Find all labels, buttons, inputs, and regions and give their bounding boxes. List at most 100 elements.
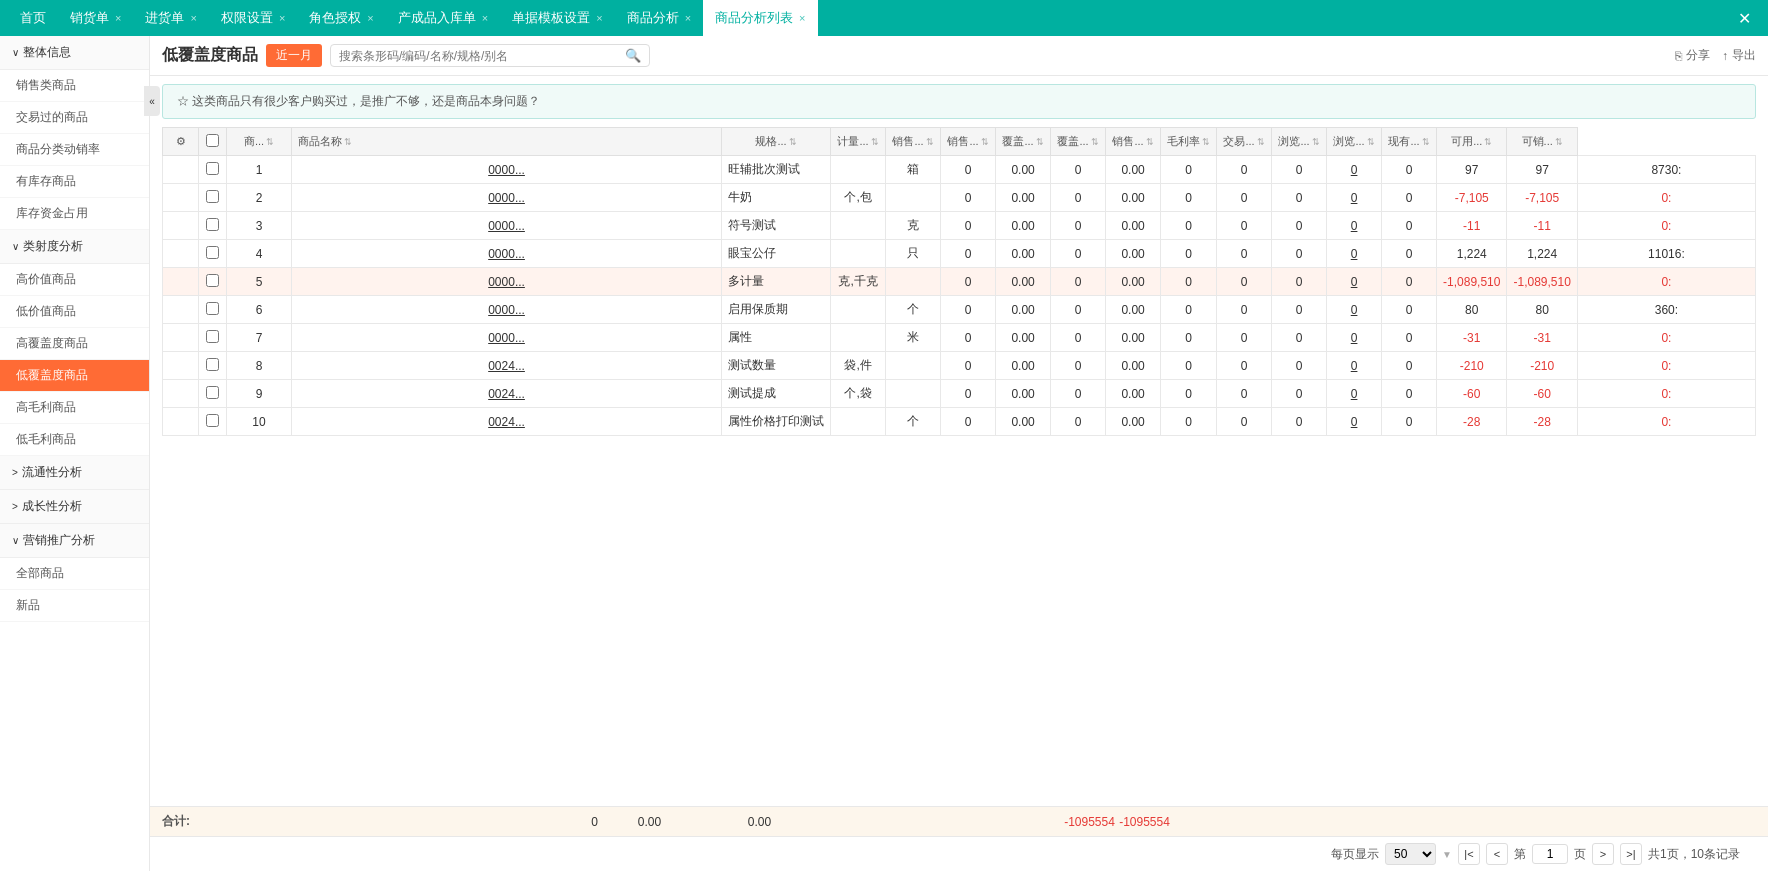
- nav-finished-goods[interactable]: 产成品入库单 ×: [386, 0, 500, 36]
- row-checkbox[interactable]: [206, 414, 219, 427]
- sidebar-section-marketing[interactable]: ∨ 营销推广分析: [0, 524, 149, 558]
- th-current[interactable]: 现有...⇅: [1382, 128, 1437, 156]
- nav-permission-settings[interactable]: 权限设置 ×: [209, 0, 297, 36]
- th-checkbox[interactable]: [199, 128, 227, 156]
- page-number-input[interactable]: [1532, 844, 1568, 864]
- last-page-button[interactable]: >|: [1620, 843, 1642, 865]
- sidebar-item-low-coverage[interactable]: 低覆盖度商品: [0, 360, 149, 392]
- sidebar-item-category-rate[interactable]: 商品分类动销率: [0, 134, 149, 166]
- th-view2[interactable]: 浏览...⇅: [1327, 128, 1382, 156]
- td-code[interactable]: 0000...: [292, 240, 722, 268]
- sidebar-item-high-coverage[interactable]: 高覆盖度商品: [0, 328, 149, 360]
- settings-icon[interactable]: ⚙: [176, 135, 186, 147]
- search-input[interactable]: [339, 49, 625, 63]
- close-icon[interactable]: ×: [482, 12, 488, 24]
- td-view1[interactable]: 0: [1327, 212, 1382, 240]
- td-checkbox[interactable]: [199, 296, 227, 324]
- close-icon[interactable]: ×: [190, 12, 196, 24]
- td-code[interactable]: 0024...: [292, 380, 722, 408]
- th-cover2[interactable]: 覆盖...⇅: [1051, 128, 1106, 156]
- row-checkbox[interactable]: [206, 218, 219, 231]
- sidebar-item-all-goods[interactable]: 全部商品: [0, 558, 149, 590]
- th-cover1[interactable]: 覆盖...⇅: [996, 128, 1051, 156]
- nav-purchase-order[interactable]: 进货单 ×: [133, 0, 208, 36]
- sidebar-item-new-goods[interactable]: 新品: [0, 590, 149, 622]
- sidebar-item-low-value[interactable]: 低价值商品: [0, 296, 149, 328]
- close-icon[interactable]: ×: [115, 12, 121, 24]
- nav-role-auth[interactable]: 角色授权 ×: [297, 0, 385, 36]
- td-code[interactable]: 0000...: [292, 156, 722, 184]
- close-icon[interactable]: ×: [367, 12, 373, 24]
- sidebar-item-sales-goods[interactable]: 销售类商品: [0, 70, 149, 102]
- td-checkbox[interactable]: [199, 240, 227, 268]
- th-margin[interactable]: 毛利率⇅: [1161, 128, 1217, 156]
- close-icon[interactable]: ×: [279, 12, 285, 24]
- row-checkbox[interactable]: [206, 358, 219, 371]
- nav-sales-order[interactable]: 销货单 ×: [58, 0, 133, 36]
- td-checkbox[interactable]: [199, 380, 227, 408]
- row-checkbox[interactable]: [206, 162, 219, 175]
- sidebar-item-traded-goods[interactable]: 交易过的商品: [0, 102, 149, 134]
- td-checkbox[interactable]: [199, 352, 227, 380]
- sidebar-item-high-value[interactable]: 高价值商品: [0, 264, 149, 296]
- td-checkbox[interactable]: [199, 212, 227, 240]
- filter-recent-month-button[interactable]: 近一月: [266, 44, 322, 67]
- export-button[interactable]: ↑ 导出: [1722, 47, 1756, 64]
- th-code[interactable]: 商...⇅: [227, 128, 292, 156]
- th-available[interactable]: 可用...⇅: [1437, 128, 1507, 156]
- td-code[interactable]: 0000...: [292, 324, 722, 352]
- nav-template-settings[interactable]: 单据模板设置 ×: [500, 0, 614, 36]
- nav-product-analysis-list[interactable]: 商品分析列表 ×: [703, 0, 817, 36]
- sidebar-item-high-margin[interactable]: 高毛利商品: [0, 392, 149, 424]
- close-icon[interactable]: ×: [799, 12, 805, 24]
- td-view1[interactable]: 0: [1327, 408, 1382, 436]
- td-view1[interactable]: 0: [1327, 324, 1382, 352]
- th-sales-amt[interactable]: 销售...⇅: [941, 128, 996, 156]
- td-checkbox[interactable]: [199, 184, 227, 212]
- sidebar-section-growth[interactable]: > 成长性分析: [0, 490, 149, 524]
- sidebar-section-overall[interactable]: ∨ 整体信息: [0, 36, 149, 70]
- next-page-button[interactable]: >: [1592, 843, 1614, 865]
- td-code[interactable]: 0024...: [292, 352, 722, 380]
- td-view1[interactable]: 0: [1327, 240, 1382, 268]
- td-view1[interactable]: 0: [1327, 268, 1382, 296]
- th-trade[interactable]: 交易...⇅: [1217, 128, 1272, 156]
- td-checkbox[interactable]: [199, 324, 227, 352]
- first-page-button[interactable]: |<: [1458, 843, 1480, 865]
- prev-page-button[interactable]: <: [1486, 843, 1508, 865]
- window-close-button[interactable]: ✕: [1728, 2, 1760, 34]
- row-checkbox[interactable]: [206, 190, 219, 203]
- th-name[interactable]: 商品名称⇅: [292, 128, 722, 156]
- row-checkbox[interactable]: [206, 246, 219, 259]
- row-checkbox[interactable]: [206, 274, 219, 287]
- close-icon[interactable]: ×: [685, 12, 691, 24]
- td-checkbox[interactable]: [199, 268, 227, 296]
- th-settings[interactable]: ⚙: [163, 128, 199, 156]
- td-view1[interactable]: 0: [1327, 296, 1382, 324]
- th-sellable[interactable]: 可销...⇅: [1507, 128, 1577, 156]
- close-icon[interactable]: ×: [596, 12, 602, 24]
- td-checkbox[interactable]: [199, 408, 227, 436]
- th-spec[interactable]: 规格...⇅: [722, 128, 831, 156]
- td-view1[interactable]: 0: [1327, 156, 1382, 184]
- sidebar-item-in-stock[interactable]: 有库存商品: [0, 166, 149, 198]
- row-checkbox[interactable]: [206, 386, 219, 399]
- page-size-select[interactable]: 50 10 20 100: [1385, 843, 1436, 865]
- nav-home[interactable]: 首页: [8, 0, 58, 36]
- sidebar-section-coverage[interactable]: ∨ 类射度分析: [0, 230, 149, 264]
- td-code[interactable]: 0000...: [292, 296, 722, 324]
- sidebar-section-liquidity[interactable]: > 流通性分析: [0, 456, 149, 490]
- nav-product-analysis[interactable]: 商品分析 ×: [615, 0, 703, 36]
- td-view1[interactable]: 0: [1327, 352, 1382, 380]
- sidebar-item-inventory-capital[interactable]: 库存资金占用: [0, 198, 149, 230]
- row-checkbox[interactable]: [206, 302, 219, 315]
- td-code[interactable]: 0000...: [292, 184, 722, 212]
- sidebar-item-low-margin[interactable]: 低毛利商品: [0, 424, 149, 456]
- sidebar-collapse-button[interactable]: «: [144, 86, 160, 116]
- th-sales-qty[interactable]: 销售...⇅: [886, 128, 941, 156]
- td-code[interactable]: 0000...: [292, 212, 722, 240]
- td-code[interactable]: 0024...: [292, 408, 722, 436]
- th-sales3[interactable]: 销售...⇅: [1106, 128, 1161, 156]
- row-checkbox[interactable]: [206, 330, 219, 343]
- select-all-checkbox[interactable]: [206, 134, 219, 147]
